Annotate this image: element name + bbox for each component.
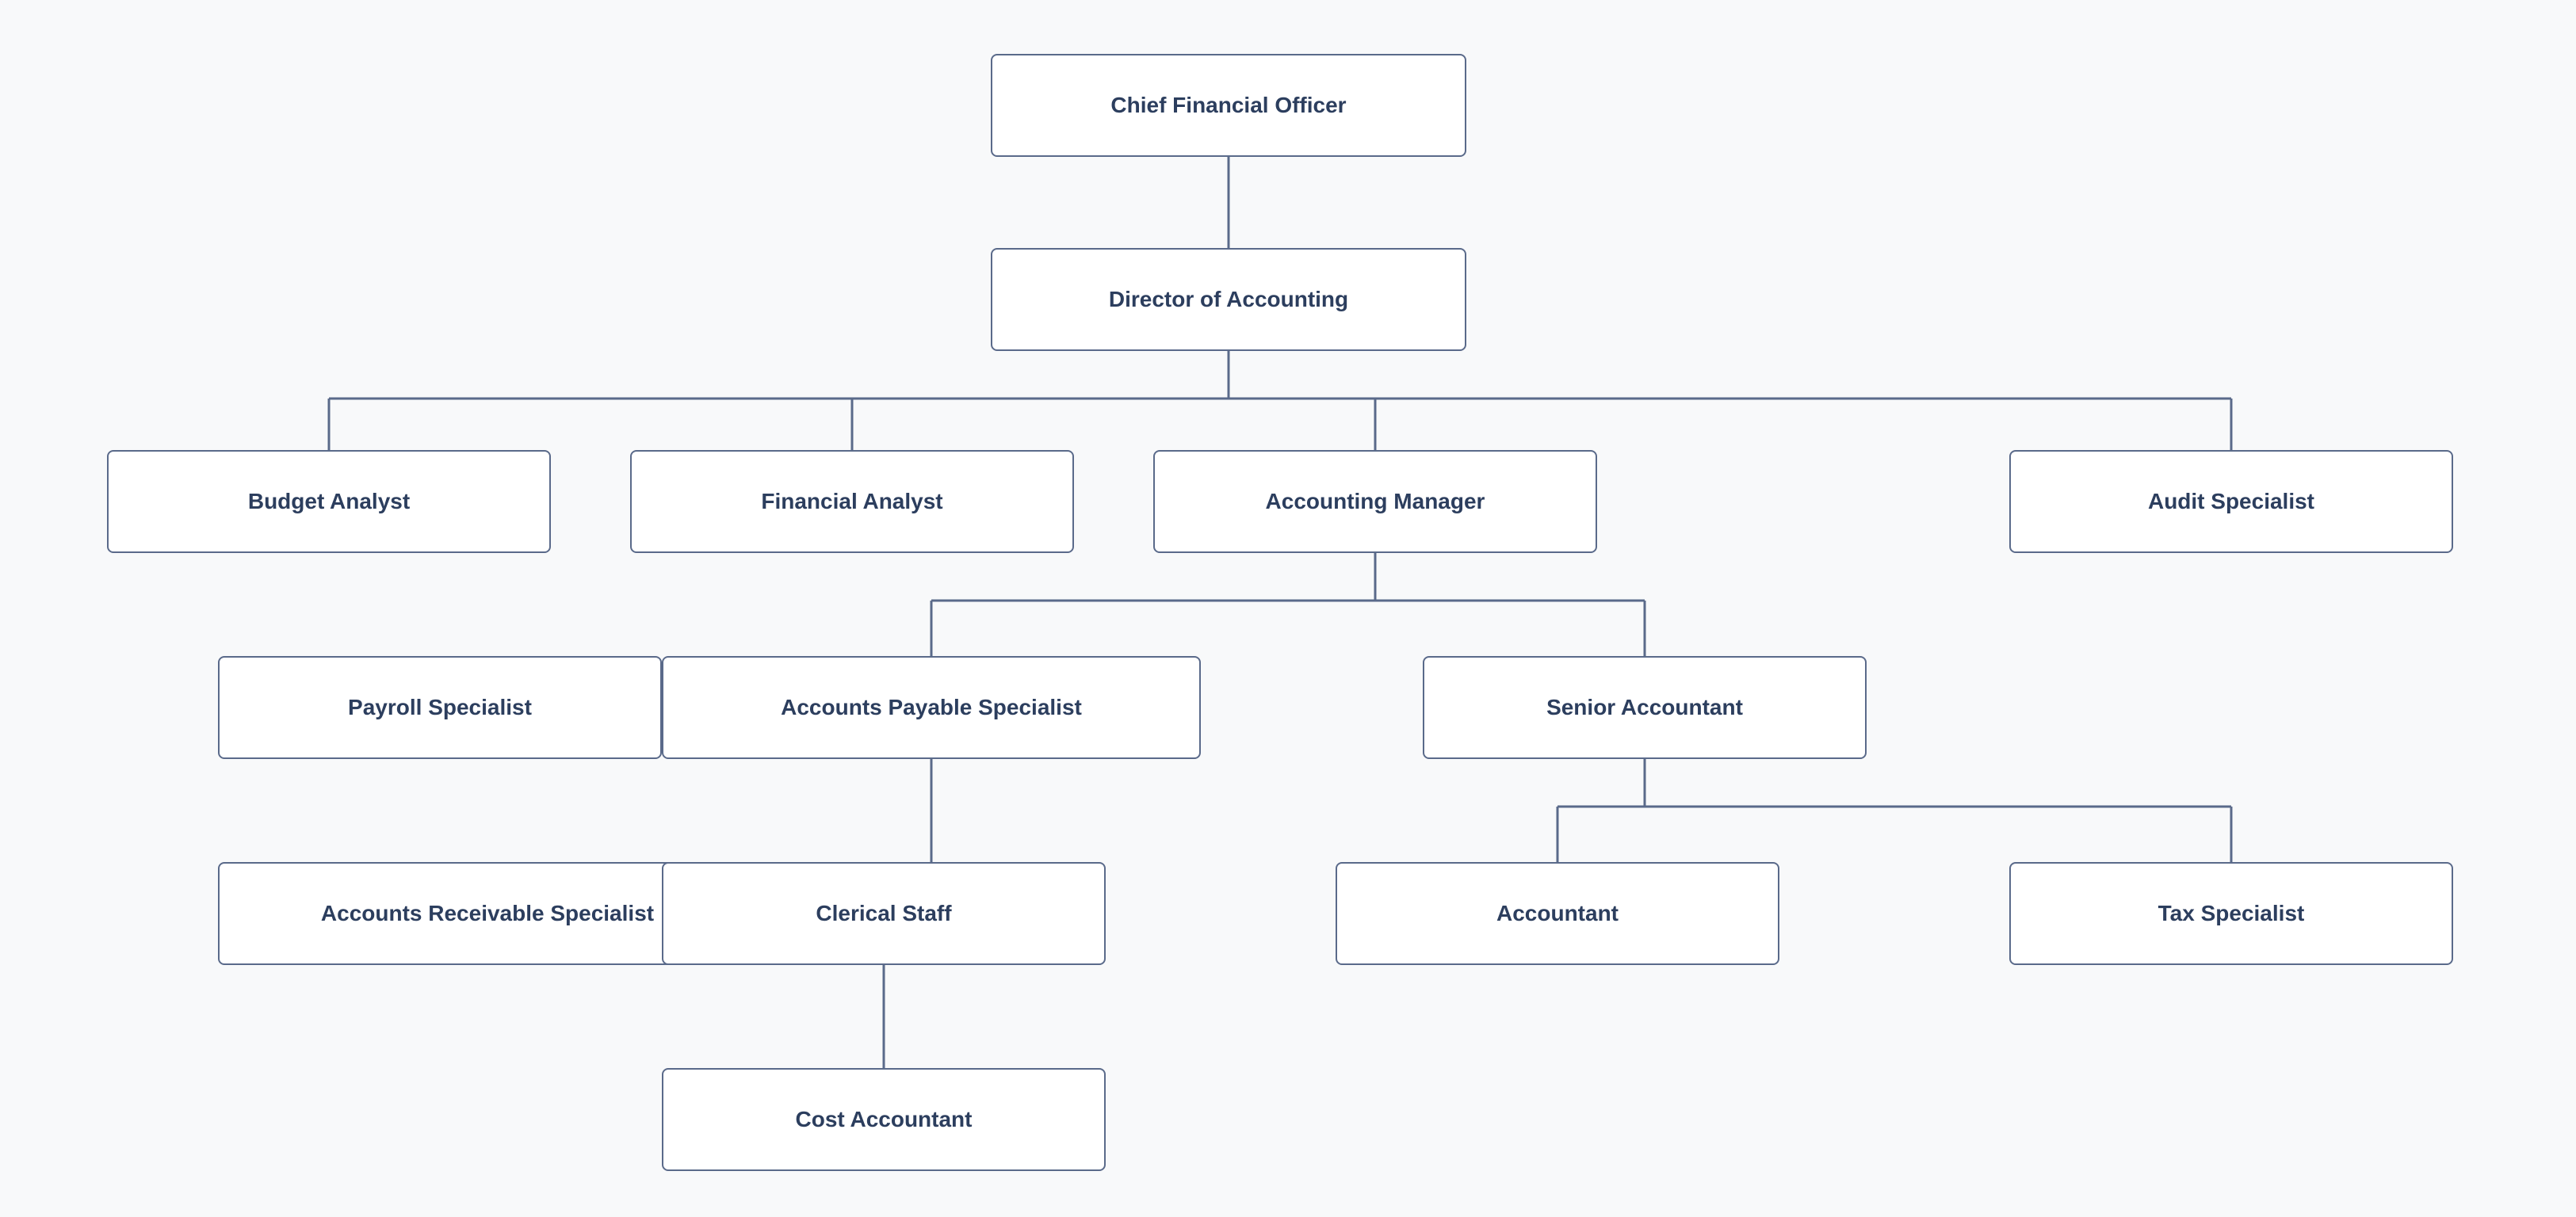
node-sa: Senior Accountant — [1423, 656, 1867, 759]
node-ts: Tax Specialist — [2009, 862, 2453, 965]
node-cs: Clerical Staff — [662, 862, 1106, 965]
node-aps: Accounts Payable Specialist — [662, 656, 1201, 759]
node-acc: Accountant — [1336, 862, 1779, 965]
node-doa: Director of Accounting — [991, 248, 1466, 351]
org-chart: Chief Financial Officer Director of Accou… — [59, 22, 2517, 1195]
node-ca: Cost Accountant — [662, 1068, 1106, 1171]
node-ba: Budget Analyst — [107, 450, 551, 553]
node-as: Audit Specialist — [2009, 450, 2453, 553]
node-am: Accounting Manager — [1153, 450, 1597, 553]
node-ps: Payroll Specialist — [218, 656, 662, 759]
node-fa: Financial Analyst — [630, 450, 1074, 553]
node-cfo: Chief Financial Officer — [991, 54, 1466, 157]
connector-lines — [59, 22, 2517, 1195]
